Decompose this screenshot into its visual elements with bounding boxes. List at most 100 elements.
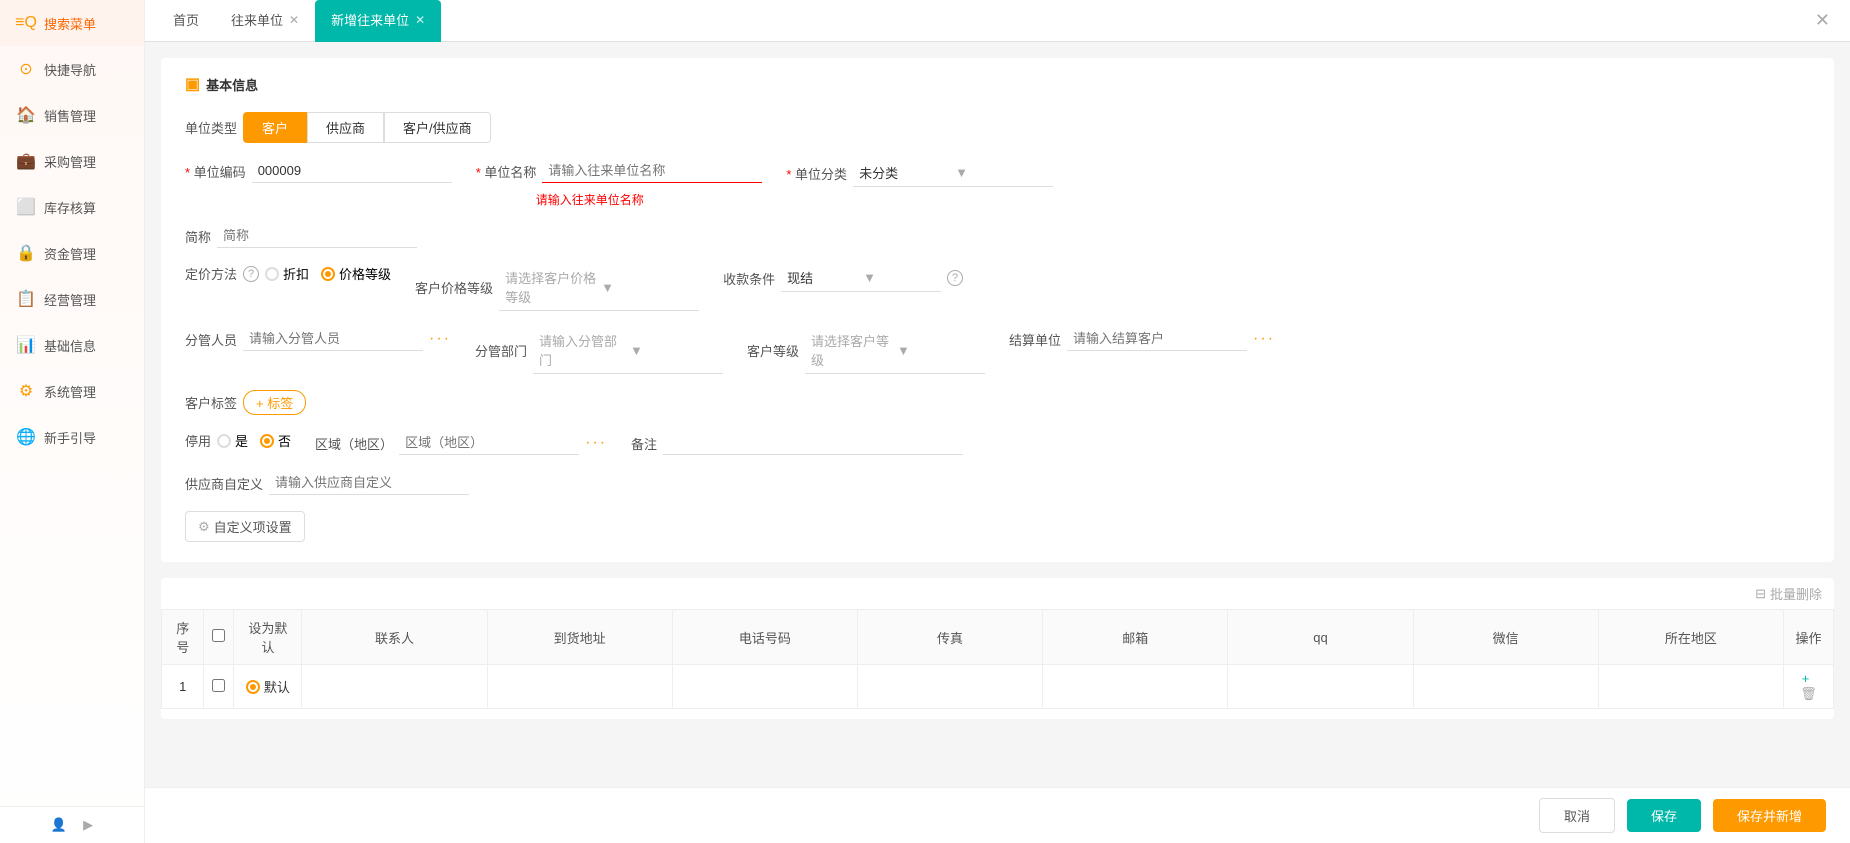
pricing-method-field: 定价方法 ? 折扣 价格等级 <box>185 264 391 283</box>
sidebar-item-label: 基础信息 <box>44 336 96 355</box>
row-checkbox[interactable] <box>212 679 225 692</box>
cell-wechat[interactable] <box>1413 665 1598 709</box>
purchase-icon: 💼 <box>16 151 36 171</box>
custom-settings-label: 自定义项设置 <box>214 517 292 536</box>
batch-delete-button[interactable]: 批量删除 <box>1770 584 1822 603</box>
save-button[interactable]: 保存 <box>1627 799 1701 832</box>
sidebar-item-finance[interactable]: 🔒 资金管理 <box>0 230 144 276</box>
user-icon[interactable]: 👤 <box>51 817 67 833</box>
unit-name-input[interactable] <box>542 159 762 183</box>
expand-icon[interactable]: ▶ <box>83 817 93 833</box>
radio-yes-label: 是 <box>235 431 248 450</box>
tab-partner[interactable]: 往来单位 ✕ <box>215 0 315 42</box>
tab-partner-close[interactable]: ✕ <box>289 13 299 27</box>
radio-discount[interactable]: 折扣 <box>265 264 309 283</box>
sidebar-item-guide[interactable]: 🌐 新手引导 <box>0 414 144 460</box>
settlement-unit-input[interactable] <box>1067 327 1247 351</box>
guide-icon: 🌐 <box>16 427 36 447</box>
cell-action: + 🗑 <box>1783 665 1833 709</box>
radio-disabled-yes[interactable]: 是 <box>217 431 248 450</box>
customer-level-select[interactable]: 请选择客户等级 ▼ <box>805 327 985 374</box>
code-name-category-row: 单位编码 单位名称 请输入往来单位名称 单位分类 未分类 ▼ <box>185 159 1810 208</box>
phone-input[interactable] <box>681 679 849 694</box>
select-all-checkbox[interactable] <box>212 629 225 642</box>
wechat-input[interactable] <box>1422 679 1590 694</box>
close-all-tabs[interactable]: ✕ <box>1807 10 1838 31</box>
sidebar-item-quick-nav[interactable]: ⊙ 快捷导航 <box>0 46 144 92</box>
remark-input[interactable] <box>663 431 963 455</box>
sidebar-item-label: 销售管理 <box>44 106 96 125</box>
sidebar-item-operations[interactable]: 📋 经营管理 <box>0 276 144 322</box>
pricing-method-label: 定价方法 <box>185 264 237 283</box>
manager-more-icon[interactable]: ··· <box>429 330 451 348</box>
supplier-custom-input[interactable] <box>269 471 469 495</box>
tag-label: 客户标签 <box>185 393 237 412</box>
address-input[interactable] <box>496 679 664 694</box>
unit-btn-both[interactable]: 客户/供应商 <box>384 112 491 143</box>
settlement-more-icon[interactable]: ··· <box>1253 330 1275 348</box>
cell-qq[interactable] <box>1228 665 1413 709</box>
supplier-custom-row: 供应商自定义 <box>185 471 1810 495</box>
manager-input[interactable] <box>243 327 423 351</box>
customer-price-level-placeholder: 请选择客户价格等级 <box>505 268 597 306</box>
tab-home-label: 首页 <box>173 10 199 29</box>
pricing-help-icon[interactable]: ? <box>243 266 259 282</box>
add-row-button[interactable]: + <box>1802 671 1810 686</box>
sidebar-bottom: 👤 ▶ <box>0 806 144 843</box>
sidebar-item-sales[interactable]: 🏠 销售管理 <box>0 92 144 138</box>
footer-bar: 取消 保存 保存并新增 <box>145 787 1850 843</box>
tab-new-partner-close[interactable]: ✕ <box>415 13 425 27</box>
search-icon: ≡Q <box>16 13 36 33</box>
sidebar-item-system[interactable]: ⚙ 系统管理 <box>0 368 144 414</box>
email-input[interactable] <box>1051 679 1219 694</box>
pricing-radio-group: 折扣 价格等级 <box>265 264 391 283</box>
tab-new-partner[interactable]: 新增往来单位 ✕ <box>315 0 441 42</box>
save-new-button[interactable]: 保存并新增 <box>1713 799 1826 832</box>
payment-help-icon[interactable]: ? <box>947 270 963 286</box>
alias-label: 简称 <box>185 227 211 246</box>
contact-input[interactable] <box>310 679 478 694</box>
sidebar-item-purchase[interactable]: 💼 采购管理 <box>0 138 144 184</box>
operations-icon: 📋 <box>16 289 36 309</box>
sales-icon: 🏠 <box>16 105 36 125</box>
cell-address[interactable] <box>487 665 672 709</box>
department-select[interactable]: 请输入分管部门 ▼ <box>533 327 723 374</box>
region-input[interactable] <box>399 431 579 455</box>
sidebar-item-label: 系统管理 <box>44 382 96 401</box>
qq-input[interactable] <box>1236 679 1404 694</box>
radio-price-level[interactable]: 价格等级 <box>321 264 391 283</box>
alias-input[interactable] <box>217 224 417 248</box>
department-label: 分管部门 <box>475 341 527 360</box>
fax-input[interactable] <box>866 679 1034 694</box>
unit-btn-customer[interactable]: 客户 <box>243 112 307 143</box>
tab-bar: 首页 往来单位 ✕ 新增往来单位 ✕ ✕ <box>145 0 1850 42</box>
sidebar-item-inventory[interactable]: ⬜ 库存核算 <box>0 184 144 230</box>
customer-level-label: 客户等级 <box>747 341 799 360</box>
add-tag-button[interactable]: + 标签 <box>243 390 306 415</box>
cell-phone[interactable] <box>672 665 857 709</box>
custom-settings-button[interactable]: ⚙ 自定义项设置 <box>185 511 305 542</box>
region-more-icon[interactable]: ··· <box>585 434 607 452</box>
region-label: 区域（地区） <box>315 434 393 453</box>
unit-code-input[interactable] <box>252 159 452 183</box>
col-wechat: 微信 <box>1413 610 1598 665</box>
radio-yes-circle <box>217 434 231 448</box>
col-email: 邮箱 <box>1043 610 1228 665</box>
cell-fax[interactable] <box>857 665 1042 709</box>
cancel-button[interactable]: 取消 <box>1539 798 1615 833</box>
unit-category-select[interactable]: 未分类 ▼ <box>853 159 1053 187</box>
unit-btn-supplier[interactable]: 供应商 <box>307 112 384 143</box>
sidebar-item-basic[interactable]: 📊 基础信息 <box>0 322 144 368</box>
tab-home[interactable]: 首页 <box>157 0 215 42</box>
cell-contact[interactable] <box>302 665 487 709</box>
row-region-input[interactable] <box>1607 679 1775 694</box>
row-default-radio[interactable]: 默认 <box>242 677 293 696</box>
manager-row: 分管人员 ··· 分管部门 请输入分管部门 ▼ 客户等级 请选择客户等级 ▼ <box>185 327 1810 374</box>
delete-row-button[interactable]: 🗑 <box>1800 686 1817 701</box>
radio-disabled-no[interactable]: 否 <box>260 431 291 450</box>
customer-price-level-select[interactable]: 请选择客户价格等级 ▼ <box>499 264 699 311</box>
cell-region[interactable] <box>1598 665 1783 709</box>
cell-email[interactable] <box>1043 665 1228 709</box>
sidebar-item-search[interactable]: ≡Q 搜索菜单 <box>0 0 144 46</box>
payment-terms-select[interactable]: 现结 ▼ <box>781 264 941 292</box>
